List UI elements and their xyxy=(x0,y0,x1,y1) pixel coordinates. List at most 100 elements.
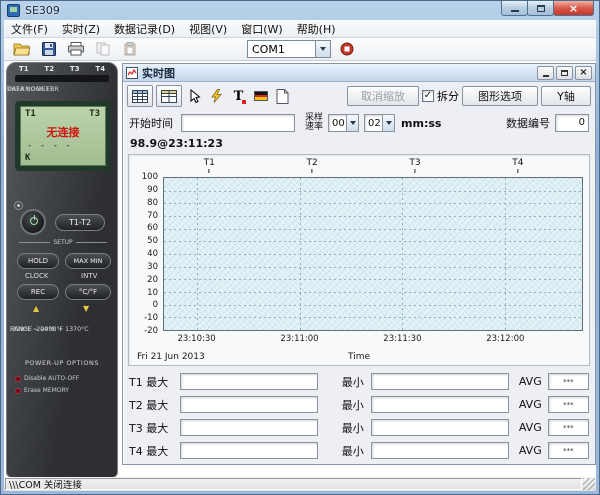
datasheet-icon xyxy=(132,89,148,103)
plot-area[interactable] xyxy=(163,177,583,331)
rate-unit-label: mm:ss xyxy=(401,116,442,130)
y-tick-label: 90 xyxy=(147,184,158,195)
x-tick-label: 23:11:00 xyxy=(280,334,319,344)
t3-max-field[interactable] xyxy=(180,419,318,436)
h-gridline xyxy=(164,241,582,243)
t2-max-field[interactable] xyxy=(180,396,318,413)
new-page-button[interactable] xyxy=(273,87,292,106)
legend-tick-mark xyxy=(414,169,416,173)
device-intv-label: INTV xyxy=(81,272,98,280)
graph-view-button[interactable] xyxy=(156,85,182,107)
legend-item: T4 xyxy=(512,158,524,173)
print-button[interactable] xyxy=(64,39,87,59)
t1-min-field[interactable] xyxy=(371,373,509,390)
cursor-icon xyxy=(190,89,201,103)
rate-minutes-select[interactable]: 00 xyxy=(328,114,360,132)
lightning-tool-button[interactable] xyxy=(207,87,226,106)
com-port-combobox[interactable]: COM1 xyxy=(247,40,331,58)
split-checkbox[interactable]: ✓ xyxy=(422,90,434,102)
app-window: SE309 × 文件(F) 实时(Z) 数据记录(D) 视图(V) 窗口(W) … xyxy=(0,0,600,495)
device-input-t3: T3 xyxy=(69,65,80,73)
minimize-button[interactable] xyxy=(501,1,528,16)
device-connector-slots xyxy=(15,75,109,82)
resize-grip-icon[interactable] xyxy=(583,478,595,490)
h-gridline xyxy=(164,190,582,192)
menu-file[interactable]: 文件(F) xyxy=(4,20,55,37)
minimize-icon xyxy=(510,9,519,12)
x-tick-label: 23:12:00 xyxy=(486,334,525,344)
x-tick-label: 23:11:30 xyxy=(383,334,422,344)
graph-options-button[interactable]: 图形选项 xyxy=(462,86,538,106)
save-button[interactable] xyxy=(37,39,60,59)
menu-datalog[interactable]: 数据记录(D) xyxy=(107,20,182,37)
menu-realtime[interactable]: 实时(Z) xyxy=(55,20,107,37)
open-button[interactable] xyxy=(10,39,33,59)
h-gridline xyxy=(164,279,582,281)
t3-min-field[interactable] xyxy=(371,419,509,436)
t4-max-label: T4 最大 xyxy=(129,444,169,458)
t1-min-label: 最小 xyxy=(341,375,364,389)
t3-min-label: 最小 xyxy=(341,421,364,435)
v-gridline xyxy=(402,178,404,330)
y-tick-label: -20 xyxy=(144,326,158,336)
legend-tick-mark xyxy=(311,169,313,173)
data-number-field[interactable]: 0 xyxy=(555,114,589,132)
app-icon xyxy=(7,4,20,17)
y-tick-label: -10 xyxy=(144,313,158,324)
chevron-down-icon[interactable] xyxy=(346,115,359,131)
maximize-icon xyxy=(561,69,568,76)
chart-date-label: Fri 21 Jun 2013 xyxy=(137,352,205,362)
y-tick-label: 100 xyxy=(141,172,158,182)
device-setup-label: SETUP xyxy=(19,239,107,246)
t4-max-field[interactable] xyxy=(180,442,318,459)
lcd-dashes: - - - - xyxy=(27,141,72,151)
main-toolbar: COM1 xyxy=(4,38,596,61)
menu-window[interactable]: 窗口(W) xyxy=(234,20,289,37)
t4-min-field[interactable] xyxy=(371,442,509,459)
rate-seconds-select[interactable]: 02 xyxy=(364,114,396,132)
down-triangle-icon: ▼ xyxy=(83,304,90,313)
save-icon xyxy=(41,42,56,56)
lightning-icon xyxy=(211,89,222,103)
t2-min-field[interactable] xyxy=(371,396,509,413)
y-tick-label: 0 xyxy=(152,300,158,311)
device-range-fahrenheit: -328°F ~ 2498°F xyxy=(10,326,64,333)
cancel-zoom-button[interactable]: 取消缩放 xyxy=(347,86,419,106)
t2-max-label: T2 最大 xyxy=(129,398,169,412)
y-axis-button[interactable]: Y轴 xyxy=(541,86,591,106)
h-gridline xyxy=(164,266,582,268)
datasheet-view-button[interactable] xyxy=(127,85,153,107)
lcd-channel-t3: T3 xyxy=(89,109,100,119)
copy-button[interactable] xyxy=(91,39,114,59)
child-maximize-button[interactable] xyxy=(556,65,573,80)
t2-min-label: 最小 xyxy=(341,398,364,412)
menu-help[interactable]: 帮助(H) xyxy=(290,20,343,37)
realtime-controls-row: 开始时间 采样 速率 00 02 mm:ss 数据编号 0 xyxy=(129,112,589,134)
chevron-down-icon[interactable] xyxy=(315,41,330,57)
paste-button[interactable] xyxy=(118,39,141,59)
child-close-button[interactable]: × xyxy=(575,65,592,80)
h-gridline xyxy=(164,216,582,217)
text-color-button[interactable]: T xyxy=(229,87,248,106)
t2-avg-field[interactable]: *** xyxy=(547,396,590,413)
stats-area: T1 最大 最小 AVG *** T2 最大 最小 AVG *** T3 最大 xyxy=(129,370,590,462)
maximize-button[interactable] xyxy=(527,1,554,16)
client-area: T1 T2 T3 T4 DATA LOGGER THERMOMETER T1 T… xyxy=(4,61,596,478)
t1-avg-field[interactable]: *** xyxy=(547,373,590,390)
device-powerup-option2: Erase MEMORY xyxy=(15,387,113,394)
t4-avg-field[interactable]: *** xyxy=(547,442,590,459)
window-title: SE309 xyxy=(25,4,60,17)
cursor-tool-button[interactable] xyxy=(185,87,204,106)
start-time-field[interactable] xyxy=(181,114,295,132)
t3-avg-field[interactable]: *** xyxy=(547,419,590,436)
flag-button[interactable] xyxy=(251,87,270,106)
stop-button[interactable] xyxy=(335,39,358,59)
t1-max-field[interactable] xyxy=(180,373,318,390)
y-axis: 100 90 80 70 60 50 40 30 20 10 0 -10 -20 xyxy=(129,172,161,336)
print-icon xyxy=(67,42,84,56)
close-button[interactable]: × xyxy=(553,1,594,16)
y-tick-label: 30 xyxy=(147,261,158,272)
chevron-down-icon[interactable] xyxy=(382,115,395,131)
child-minimize-button[interactable] xyxy=(537,65,554,80)
menu-view[interactable]: 视图(V) xyxy=(182,20,234,37)
